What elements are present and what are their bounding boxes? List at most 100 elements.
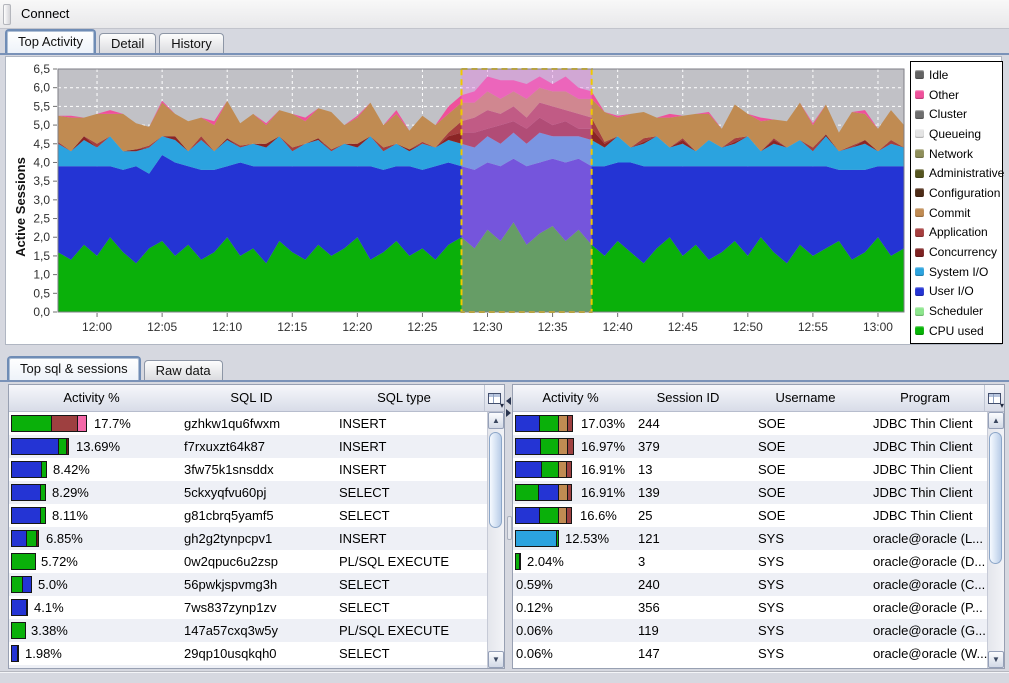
scrollbar-thumb[interactable] [489,432,502,528]
table-row[interactable]: 0.06%147SYSoracle@oracle (W... [513,642,987,665]
cell-sql-type: SELECT [329,573,479,596]
table-row[interactable]: 8.11%g81cbrq5yamf5SELECT [9,504,487,527]
activity-cell: 12.53% [513,527,628,550]
legend-label: System I/O [929,265,988,279]
bar-segment-green [41,461,47,478]
tab-top-activity[interactable]: Top Activity [5,29,96,54]
table-row[interactable]: 16.6%25SOEJDBC Thin Client [513,504,987,527]
legend-item-cpu-used: CPU used [915,321,1001,341]
tab-history[interactable]: History [159,33,223,54]
table-row[interactable]: 3.38%147a57cxq3w5yPL/SQL EXECUTE [9,619,487,642]
column-control-button[interactable] [484,385,504,411]
activity-bar [515,507,572,524]
bar-segment-cyan [519,553,521,570]
legend-item-user-i-o: User I/O [915,282,1001,302]
x-tick-label: 12:55 [798,320,828,334]
column-header-activity[interactable]: Activity % [9,385,174,411]
table-row[interactable]: 0.59%240SYSoracle@oracle (C... [513,573,987,596]
vertical-scrollbar[interactable]: ▲▼ [987,412,1004,668]
table-row[interactable]: 8.42%3fw75k1snsddxINSERT [9,458,487,481]
legend-swatch [915,208,924,217]
table-row[interactable]: 0.06%119SYSoracle@oracle (G... [513,619,987,642]
table-row[interactable]: 13.69%f7rxuxzt64k87INSERT [9,435,487,458]
table-row[interactable]: 17.7%gzhkw1qu6fwxmINSERT [9,412,487,435]
y-tick-label: 0,0 [33,305,50,319]
x-tick-label: 13:00 [863,320,893,334]
legend-label: User I/O [929,284,974,298]
activity-percent: 6.85% [46,527,83,550]
activity-bar [515,530,559,547]
y-tick-label: 2,0 [33,230,50,244]
cell-sql-id: gzhkw1qu6fwxm [174,412,329,435]
column-control-button[interactable] [984,385,1004,411]
menu-connect[interactable]: Connect [14,0,76,27]
scroll-up-icon[interactable]: ▲ [488,412,504,429]
table-row[interactable]: 5.0%56pwkjspvmg3hSELECT [9,573,487,596]
column-header-session-id[interactable]: Session ID [628,385,748,411]
activity-bar [11,553,36,570]
bar-segment-green [11,622,26,639]
vertical-scrollbar[interactable]: ▲▼ [487,412,504,668]
table-row[interactable]: 6.85%gh2g2tynpcpv1INSERT [9,527,487,550]
bar-segment-red [51,415,78,432]
bar-segment-blue [22,576,32,593]
tab-raw-data[interactable]: Raw data [144,360,223,381]
cell-sql-type: PL/SQL EXECUTE [329,550,479,573]
active-sessions-chart[interactable]: 12:0012:0512:1012:1512:2012:2512:3012:35… [6,57,908,344]
activity-cell: 0.06% [513,619,628,642]
divider-collapse-left-icon[interactable] [506,397,511,405]
column-header-activity[interactable]: Activity % [513,385,628,411]
chart-panel: Active Sessions 12:0012:0512:1012:1512:2… [5,56,1002,345]
activity-cell: 16.91% [513,458,628,481]
column-header-program[interactable]: Program [863,385,987,411]
table-row[interactable]: 17.03%244SOEJDBC Thin Client [513,412,987,435]
cell-program: oracle@oracle (P... [863,596,987,619]
legend-item-idle: Idle [915,65,1001,85]
scroll-down-icon[interactable]: ▼ [488,651,504,668]
tab-content-border [0,53,1009,55]
table-row[interactable]: 16.91%139SOEJDBC Thin Client [513,481,987,504]
sessions-table-panel: Activity %Session IDUsernameProgram17.03… [512,384,1005,669]
table-row[interactable]: 1.98%29qp10usqkqh0SELECT [9,642,487,665]
table-row[interactable]: 16.97%379SOEJDBC Thin Client [513,435,987,458]
table-row[interactable]: 12.53%121SYSoracle@oracle (L... [513,527,987,550]
table-row[interactable]: 0.12%356SYSoracle@oracle (P... [513,596,987,619]
divider-collapse-right-icon[interactable] [506,409,511,417]
legend-item-queueing: Queueing [915,124,1001,144]
scroll-up-icon[interactable]: ▲ [988,412,1004,429]
legend-swatch [915,228,924,237]
column-header-sql-id[interactable]: SQL ID [174,385,329,411]
column-header-sql-type[interactable]: SQL type [329,385,479,411]
column-control-icon [988,393,1001,404]
legend-item-configuration: Configuration [915,183,1001,203]
time-selection-region [461,69,591,312]
tab-top-sql-sessions[interactable]: Top sql & sessions [7,356,141,381]
bar-segment-blue [11,530,27,547]
table-row[interactable]: 8.29%5ckxyqfvu60pjSELECT [9,481,487,504]
table-row[interactable]: 16.91%13SOEJDBC Thin Client [513,458,987,481]
cell-sql-id: 7ws837zynp1zv [174,596,329,619]
legend-label: Scheduler [929,304,983,318]
bar-segment-green [11,553,36,570]
cell-username: SYS [748,642,863,665]
tab-detail[interactable]: Detail [99,33,156,54]
table-row[interactable]: 5.72%0w2qpuc6u2zspPL/SQL EXECUTE [9,550,487,573]
activity-percent: 5.0% [38,573,68,596]
activity-cell: 0.06% [513,642,628,665]
table-row-partial[interactable] [9,665,487,668]
sql-table-panel: Activity %SQL IDSQL type17.7%gzhkw1qu6fw… [8,384,505,669]
toolbar-grip[interactable] [3,4,11,25]
scrollbar-thumb[interactable] [989,432,1002,564]
table-body: 17.7%gzhkw1qu6fwxmINSERT13.69%f7rxuxzt64… [9,412,487,668]
table-row[interactable]: 2.04%3SYSoracle@oracle (D... [513,550,987,573]
activity-bar [11,438,69,455]
table-row[interactable]: 4.1%7ws837zynp1zvSELECT [9,596,487,619]
tab-label: Detail [111,36,144,51]
legend-swatch [915,169,924,178]
column-header-username[interactable]: Username [748,385,863,411]
scroll-down-icon[interactable]: ▼ [988,651,1004,668]
activity-bar [11,530,39,547]
cell-sql-id: 3fw75k1snsddx [174,458,329,481]
split-divider[interactable] [505,384,512,669]
cell-username: SYS [748,619,863,642]
